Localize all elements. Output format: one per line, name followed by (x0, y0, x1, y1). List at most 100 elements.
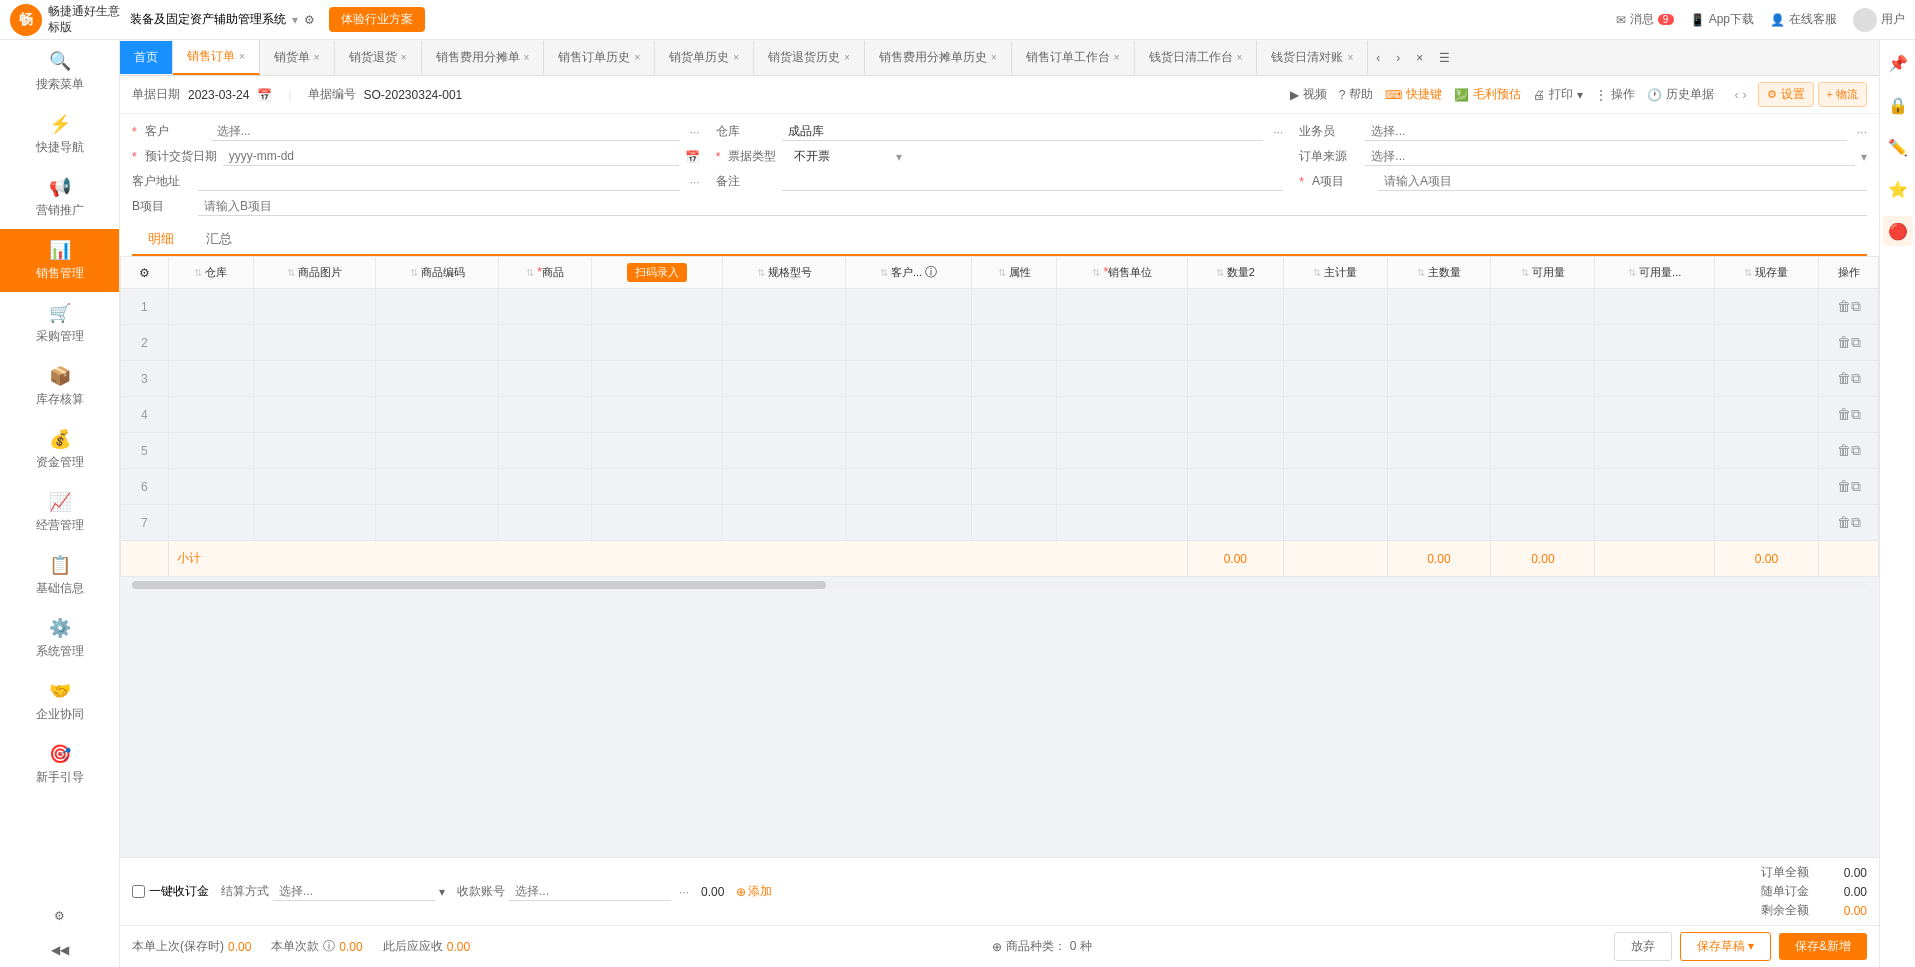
a-project-input[interactable] (1378, 172, 1867, 191)
tab-close-expense-split[interactable]: × (524, 52, 530, 63)
tab-close-sales-return[interactable]: × (401, 52, 407, 63)
tab-sales-return-history[interactable]: 销货退货历史 × (754, 41, 865, 74)
tab-close-sales-order[interactable]: × (239, 51, 245, 62)
receipt-more-btn[interactable]: ··· (679, 885, 689, 899)
calendar-icon[interactable]: 📅 (257, 88, 272, 102)
sidebar-item-finance[interactable]: 💰 资金管理 (0, 418, 119, 481)
salesperson-input[interactable] (1365, 122, 1847, 141)
message-icon-item[interactable]: ✉ 消息 9 (1616, 11, 1674, 28)
row-copy-btn[interactable]: ⧉ (1851, 370, 1861, 387)
th-main-unit[interactable]: ⇅ 主计量 (1283, 257, 1387, 289)
tab-close-return-history[interactable]: × (844, 52, 850, 63)
sidebar-item-inventory[interactable]: 📦 库存核算 (0, 355, 119, 418)
profit-btn[interactable]: 💹 毛利预估 (1454, 86, 1521, 103)
save-draft-button[interactable]: 保存草稿 ▾ (1680, 932, 1771, 961)
tab-close-order-workbench[interactable]: × (1114, 52, 1120, 63)
row-copy-btn[interactable]: ⧉ (1851, 514, 1861, 531)
sidebar-collapse-btn[interactable]: ◀◀ (0, 933, 119, 967)
row-copy-btn[interactable]: ⧉ (1851, 298, 1861, 315)
customer-address-input[interactable] (198, 172, 680, 191)
right-panel-lock-icon[interactable]: 🔒 (1883, 90, 1913, 120)
row-delete-btn[interactable]: 🗑 (1837, 334, 1851, 350)
address-more-btn[interactable]: ··· (690, 175, 700, 189)
tab-sales-expense-split[interactable]: 销售费用分摊单 × (422, 41, 545, 74)
nav-prev-btn[interactable]: ‹ (1734, 88, 1738, 102)
tab-close-order-history[interactable]: × (634, 52, 640, 63)
add-material-btn[interactable]: + 物流 (1818, 82, 1867, 107)
th-warehouse[interactable]: ⇅ 仓库 (168, 257, 253, 289)
scan-btn[interactable]: 扫码录入 (627, 263, 687, 282)
add-receipt-btn[interactable]: ⊕ 添加 (736, 883, 772, 900)
th-scan[interactable]: 扫码录入 (592, 257, 723, 289)
delivery-calendar-icon[interactable]: 📅 (685, 150, 700, 164)
tab-order-workbench[interactable]: 销售订单工作台 × (1012, 41, 1135, 74)
tab-cash-balance[interactable]: 钱货日清对账 × (1257, 41, 1368, 74)
operations-btn[interactable]: ⋮ 操作 (1595, 86, 1635, 103)
print-btn[interactable]: 🖨 打印 ▾ (1533, 86, 1583, 103)
settings-btn[interactable]: ⚙ 设置 (1758, 82, 1813, 107)
discard-button[interactable]: 放弃 (1614, 932, 1672, 961)
right-panel-edit-icon[interactable]: ✏️ (1883, 132, 1913, 162)
th-product-image[interactable]: ⇅ 商品图片 (253, 257, 376, 289)
tab-cash-daily[interactable]: 钱货日清工作台 × (1135, 41, 1258, 74)
warehouse-input[interactable] (782, 122, 1264, 141)
title-dropdown-icon[interactable]: ▾ (292, 13, 298, 27)
user-item[interactable]: 用户 (1853, 8, 1905, 32)
th-available[interactable]: ⇅ 可用量 (1491, 257, 1595, 289)
th-attribute[interactable]: ⇅ 属性 (972, 257, 1057, 289)
th-current-stock[interactable]: ⇅ 现存量 (1714, 257, 1818, 289)
customer-input[interactable] (211, 122, 680, 141)
row-copy-btn[interactable]: ⧉ (1851, 478, 1861, 495)
receipt-account-input[interactable] (509, 882, 671, 901)
tab-sales-invoice[interactable]: 销货单 × (260, 41, 335, 74)
sidebar-item-quick-nav[interactable]: ⚡ 快捷导航 (0, 103, 119, 166)
tab-detail[interactable]: 明细 (132, 224, 190, 256)
quick-order-checkbox[interactable] (132, 885, 145, 898)
remarks-input[interactable] (782, 172, 1284, 191)
save-draft-dropdown-icon[interactable]: ▾ (1748, 939, 1754, 953)
th-product-code[interactable]: ⇅ 商品编码 (376, 257, 499, 289)
save-new-button[interactable]: 保存&新增 (1779, 933, 1867, 960)
delivery-date-input[interactable] (223, 147, 679, 166)
row-copy-btn[interactable]: ⧉ (1851, 406, 1861, 423)
order-source-dropdown[interactable]: ▾ (1861, 150, 1867, 164)
row-delete-btn[interactable]: 🗑 (1837, 298, 1851, 314)
tab-next-btn[interactable]: › (1388, 47, 1408, 69)
payment-dropdown-icon[interactable]: ▾ (439, 885, 445, 899)
horizontal-scrollbar[interactable] (132, 581, 1867, 589)
row-delete-btn[interactable]: 🗑 (1837, 514, 1851, 530)
industry-button[interactable]: 体验行业方案 (329, 7, 425, 32)
th-qty2[interactable]: ⇅ 数量2 (1188, 257, 1284, 289)
row-delete-btn[interactable]: 🗑 (1837, 370, 1851, 386)
th-product[interactable]: ⇅ *商品 (499, 257, 592, 289)
tab-summary[interactable]: 汇总 (190, 224, 248, 254)
th-settings[interactable]: ⚙ (121, 257, 169, 289)
tab-close-cash-balance[interactable]: × (1347, 52, 1353, 63)
customer-more-btn[interactable]: ··· (690, 125, 700, 139)
b-project-input[interactable] (198, 197, 1867, 216)
row-copy-btn[interactable]: ⧉ (1851, 334, 1861, 351)
tab-close-expense-history[interactable]: × (991, 52, 997, 63)
th-spec[interactable]: ⇅ 规格型号 (723, 257, 846, 289)
sidebar-item-base-info[interactable]: 📋 基础信息 (0, 544, 119, 607)
table-container[interactable]: ⚙ ⇅ 仓库 ⇅ 商品图片 ⇅ 商品编码 ⇅ *商品 扫码录入 ⇅ 规格型号 ⇅… (120, 256, 1879, 857)
right-panel-alert-icon[interactable]: 🔴 (1883, 216, 1913, 246)
row-copy-btn[interactable]: ⧉ (1851, 442, 1861, 459)
sidebar-item-enterprise[interactable]: 🤝 企业协同 (0, 670, 119, 733)
payment-method-input[interactable] (273, 882, 435, 901)
sidebar-settings-btn[interactable]: ⚙ (0, 899, 119, 933)
right-panel-pin-icon[interactable]: 📌 (1883, 48, 1913, 78)
history-btn[interactable]: 🕐 历史单据 (1647, 86, 1714, 103)
tab-sales-order[interactable]: 销售订单 × (173, 40, 260, 75)
tab-prev-btn[interactable]: ‹ (1368, 47, 1388, 69)
tab-expense-history[interactable]: 销售费用分摊单历史 × (865, 41, 1012, 74)
th-available2[interactable]: ⇅ 可用量... (1595, 257, 1715, 289)
sidebar-item-operations[interactable]: 📈 经营管理 (0, 481, 119, 544)
tab-close-all-btn[interactable]: × (1408, 47, 1431, 69)
row-delete-btn[interactable]: 🗑 (1837, 406, 1851, 422)
sidebar-item-purchase[interactable]: 🛒 采购管理 (0, 292, 119, 355)
tab-menu-btn[interactable]: ☰ (1431, 47, 1458, 69)
sidebar-item-guide[interactable]: 🎯 新手引导 (0, 733, 119, 796)
sidebar-item-sales[interactable]: 📊 销售管理 (0, 229, 119, 292)
settings-icon[interactable]: ⚙ (304, 13, 315, 27)
